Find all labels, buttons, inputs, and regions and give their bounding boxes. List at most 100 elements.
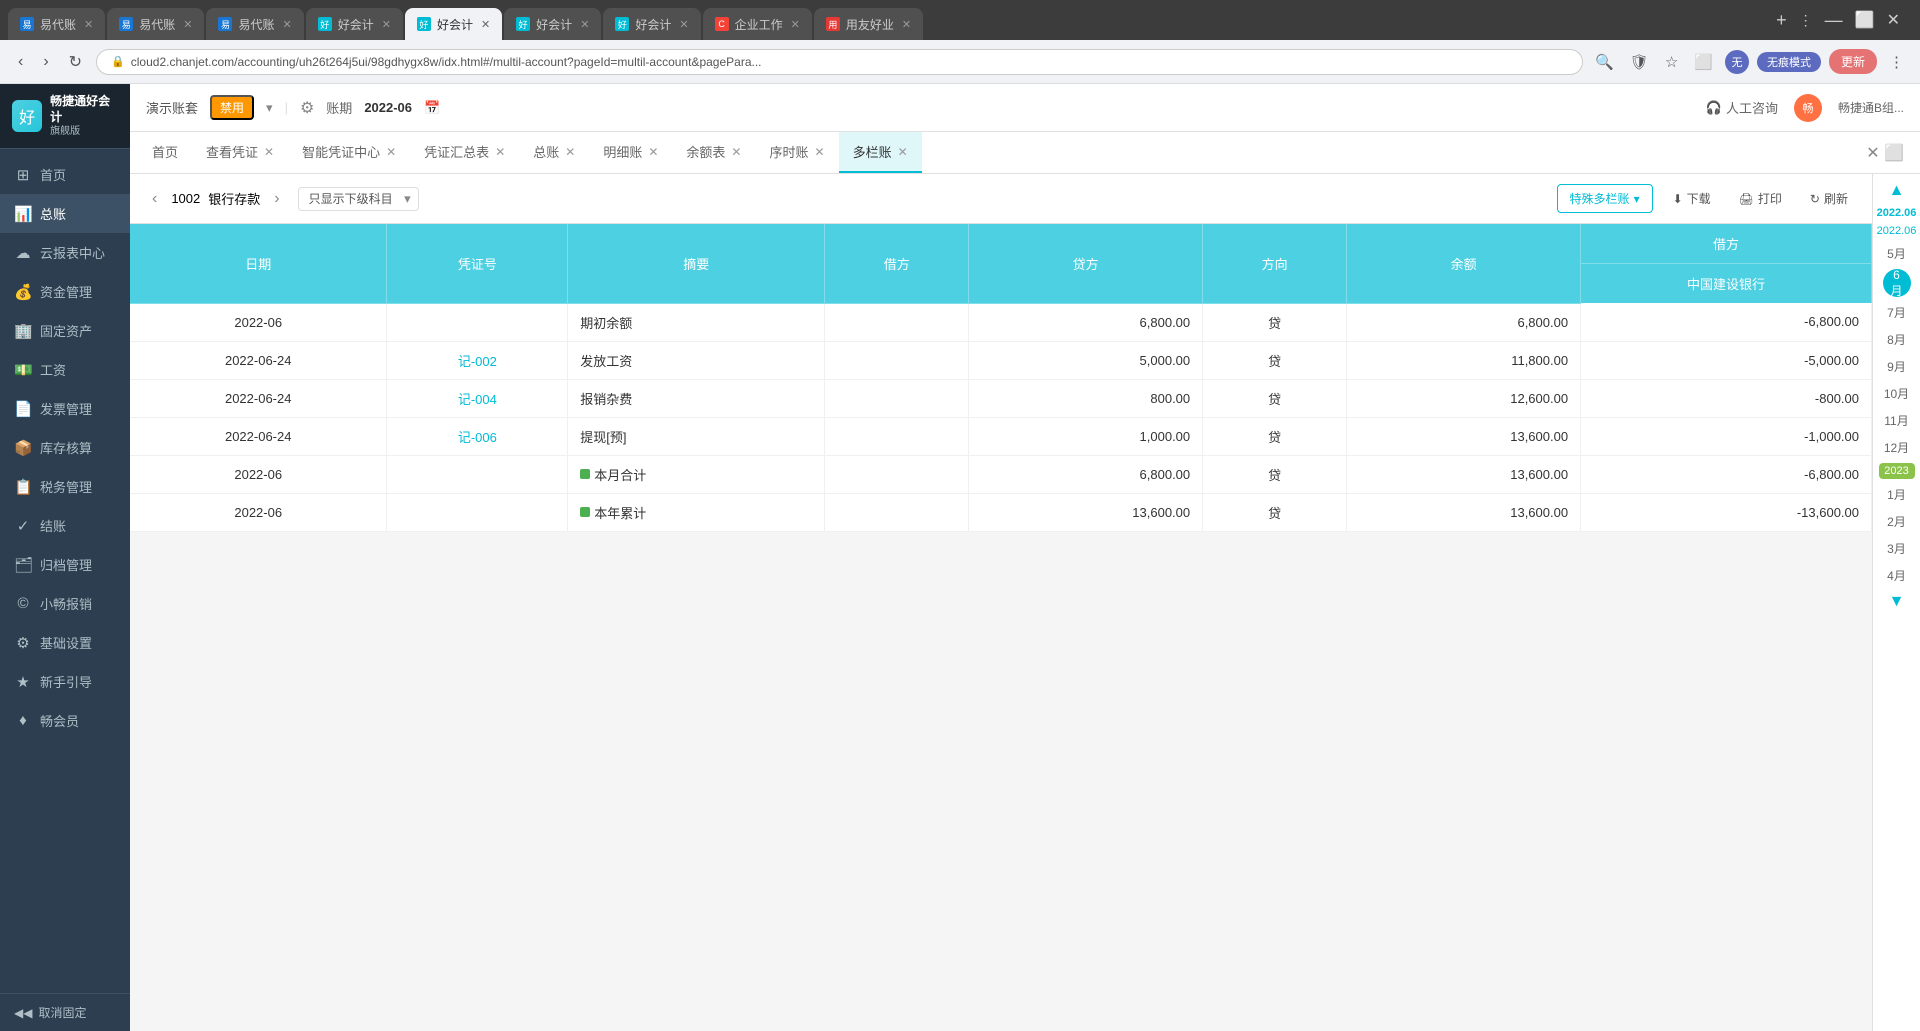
timeline-month-2022-10月[interactable]: 10月 [1873, 380, 1920, 407]
timeline-month-2023-3月[interactable]: 3月 [1873, 535, 1920, 562]
tab-close-9[interactable]: ✕ [902, 18, 911, 31]
cell-voucher-3[interactable]: 记-006 [387, 417, 568, 455]
content-tab-close-6[interactable]: ✕ [731, 145, 741, 159]
content-tab-close-5[interactable]: ✕ [648, 145, 658, 159]
voucher-link-2[interactable]: 记-004 [458, 392, 497, 407]
sidebar-footer[interactable]: ◀◀ 取消固定 [0, 993, 130, 1031]
timeline-scroll-up[interactable]: ▲ [1885, 178, 1909, 204]
period-value[interactable]: 2022-06 [364, 100, 412, 115]
calendar-icon[interactable]: 📅 [424, 100, 440, 116]
timeline-month-2022-9月[interactable]: 9月 [1873, 353, 1920, 380]
browser-tab-8[interactable]: C企业工作✕ [703, 8, 812, 40]
content-tab-4[interactable]: 总账✕ [519, 132, 589, 173]
next-account-btn[interactable]: › [268, 188, 285, 210]
content-tab-8[interactable]: 多栏账✕ [839, 132, 922, 173]
nav-forward[interactable]: › [37, 49, 54, 75]
sidebar-item-tax[interactable]: 📋税务管理 [0, 467, 130, 506]
cell-voucher-2[interactable]: 记-004 [387, 379, 568, 417]
browser-tab-5[interactable]: 好好会计✕ [405, 8, 502, 40]
tab-close-3[interactable]: ✕ [282, 18, 291, 31]
sidebar-item-salary[interactable]: 💵工资 [0, 350, 130, 389]
star-btn[interactable]: ☆ [1661, 49, 1682, 75]
download-btn[interactable]: ⬇ 下载 [1665, 186, 1719, 211]
browser-tab-3[interactable]: 易易代账✕ [206, 8, 303, 40]
tab-close-8[interactable]: ✕ [791, 18, 800, 31]
browser-tab-6[interactable]: 好好会计✕ [504, 8, 601, 40]
browser-tab-2[interactable]: 易易代账✕ [107, 8, 204, 40]
timeline-month-2022-5月[interactable]: 5月 [1873, 240, 1920, 267]
voucher-link-1[interactable]: 记-002 [458, 354, 497, 369]
content-tab-close-1[interactable]: ✕ [264, 145, 274, 159]
timeline-month-2023-4月[interactable]: 4月 [1873, 562, 1920, 589]
timeline-month-2022-7月[interactable]: 7月 [1873, 299, 1920, 326]
tab-close-4[interactable]: ✕ [382, 18, 391, 31]
content-tab-6[interactable]: 余额表✕ [672, 132, 755, 173]
timeline-month-2022-6月[interactable]: 6月 [1883, 269, 1911, 297]
tabs-collapse-btn[interactable]: ✕ ⬜ [1858, 143, 1912, 163]
content-tab-close-2[interactable]: ✕ [386, 145, 396, 159]
timeline-month-2022-12月[interactable]: 12月 [1873, 434, 1920, 461]
sidebar-item-settings[interactable]: ⚙基础设置 [0, 623, 130, 662]
incognito-badge[interactable]: 无痕模式 [1757, 52, 1821, 72]
account-btn[interactable]: 无 [1725, 50, 1749, 74]
sidebar-item-inventory[interactable]: 📦库存核算 [0, 428, 130, 467]
sidebar-item-fund[interactable]: 💰资金管理 [0, 272, 130, 311]
browser-tab-1[interactable]: 易易代账✕ [8, 8, 105, 40]
content-tab-1[interactable]: 查看凭证✕ [192, 132, 288, 173]
sidebar-item-member[interactable]: ♦畅会员 [0, 701, 130, 740]
tab-close-2[interactable]: ✕ [183, 18, 192, 31]
extension-btn[interactable]: ⬜ [1690, 49, 1717, 75]
settings-gear-btn[interactable]: ⚙ [300, 98, 314, 118]
win-close[interactable]: ✕ [1887, 10, 1900, 30]
browser-tab-9[interactable]: 用用友好业✕ [814, 8, 923, 40]
sidebar-item-fixed-assets[interactable]: 🏢固定资产 [0, 311, 130, 350]
filter-select[interactable]: 只显示下级科目 [298, 187, 419, 211]
demo-badge-btn[interactable]: 禁用 [210, 95, 254, 120]
nav-back[interactable]: ‹ [12, 49, 29, 75]
content-tab-0[interactable]: 首页 [138, 132, 192, 173]
sidebar-item-expense[interactable]: ©小畅报销 [0, 584, 130, 623]
cell-voucher-1[interactable]: 记-002 [387, 341, 568, 379]
sidebar-item-cloud-report[interactable]: ☁云报表中心 [0, 233, 130, 272]
timeline-month-2022-8月[interactable]: 8月 [1873, 326, 1920, 353]
content-tab-7[interactable]: 序时账✕ [755, 132, 838, 173]
user-avatar[interactable]: 畅 [1794, 94, 1822, 122]
content-tab-close-7[interactable]: ✕ [815, 145, 825, 159]
sidebar-item-invoice[interactable]: 📄发票管理 [0, 389, 130, 428]
voucher-link-3[interactable]: 记-006 [458, 430, 497, 445]
timeline-month-2022-11月[interactable]: 11月 [1873, 407, 1920, 434]
sidebar-item-home[interactable]: ⊞首页 [0, 155, 130, 194]
shield-btn[interactable]: 🛡 [1626, 49, 1653, 75]
tab-close-5[interactable]: ✕ [481, 18, 490, 31]
win-maximize[interactable]: ⬜ [1855, 10, 1875, 30]
content-tab-5[interactable]: 明细账✕ [589, 132, 672, 173]
consult-btn[interactable]: 🎧 人工咨询 [1706, 98, 1778, 117]
update-badge[interactable]: 更新 [1829, 49, 1877, 74]
content-tab-2[interactable]: 智能凭证中心✕ [288, 132, 410, 173]
nav-refresh[interactable]: ↻ [63, 48, 88, 76]
sidebar-item-ledger[interactable]: 📊总账 [0, 194, 130, 233]
tab-menu-btn[interactable]: ⋮ [1799, 12, 1813, 29]
browser-tab-4[interactable]: 好好会计✕ [306, 8, 403, 40]
tab-close-7[interactable]: ✕ [679, 18, 688, 31]
browser-tab-7[interactable]: 好好会计✕ [603, 8, 700, 40]
timeline-month-2023-1月[interactable]: 1月 [1873, 481, 1920, 508]
sidebar-item-guide[interactable]: ★新手引导 [0, 662, 130, 701]
tab-close-6[interactable]: ✕ [580, 18, 589, 31]
prev-account-btn[interactable]: ‹ [146, 188, 163, 210]
sidebar-item-closing[interactable]: ✓结账 [0, 506, 130, 545]
tab-new-btn[interactable]: + [1776, 10, 1787, 31]
multi-col-btn[interactable]: 特殊多栏账 ▾ [1557, 184, 1653, 213]
dropdown-icon[interactable]: ▾ [266, 100, 273, 116]
content-tab-3[interactable]: 凭证汇总表✕ [410, 132, 519, 173]
search-btn[interactable]: 🔍 [1591, 49, 1618, 75]
content-tab-close-3[interactable]: ✕ [495, 145, 505, 159]
content-tab-close-8[interactable]: ✕ [898, 145, 908, 159]
refresh-btn[interactable]: ↻ 刷新 [1802, 186, 1856, 211]
url-bar[interactable]: 🔒 cloud2.chanjet.com/accounting/uh26t264… [96, 49, 1583, 75]
menu-btn[interactable]: ⋮ [1885, 49, 1908, 75]
content-tab-close-4[interactable]: ✕ [565, 145, 575, 159]
print-btn[interactable]: 🖨 打印 [1731, 186, 1790, 211]
timeline-scroll-down[interactable]: ▼ [1885, 589, 1909, 615]
win-minimize[interactable]: — [1825, 10, 1843, 31]
